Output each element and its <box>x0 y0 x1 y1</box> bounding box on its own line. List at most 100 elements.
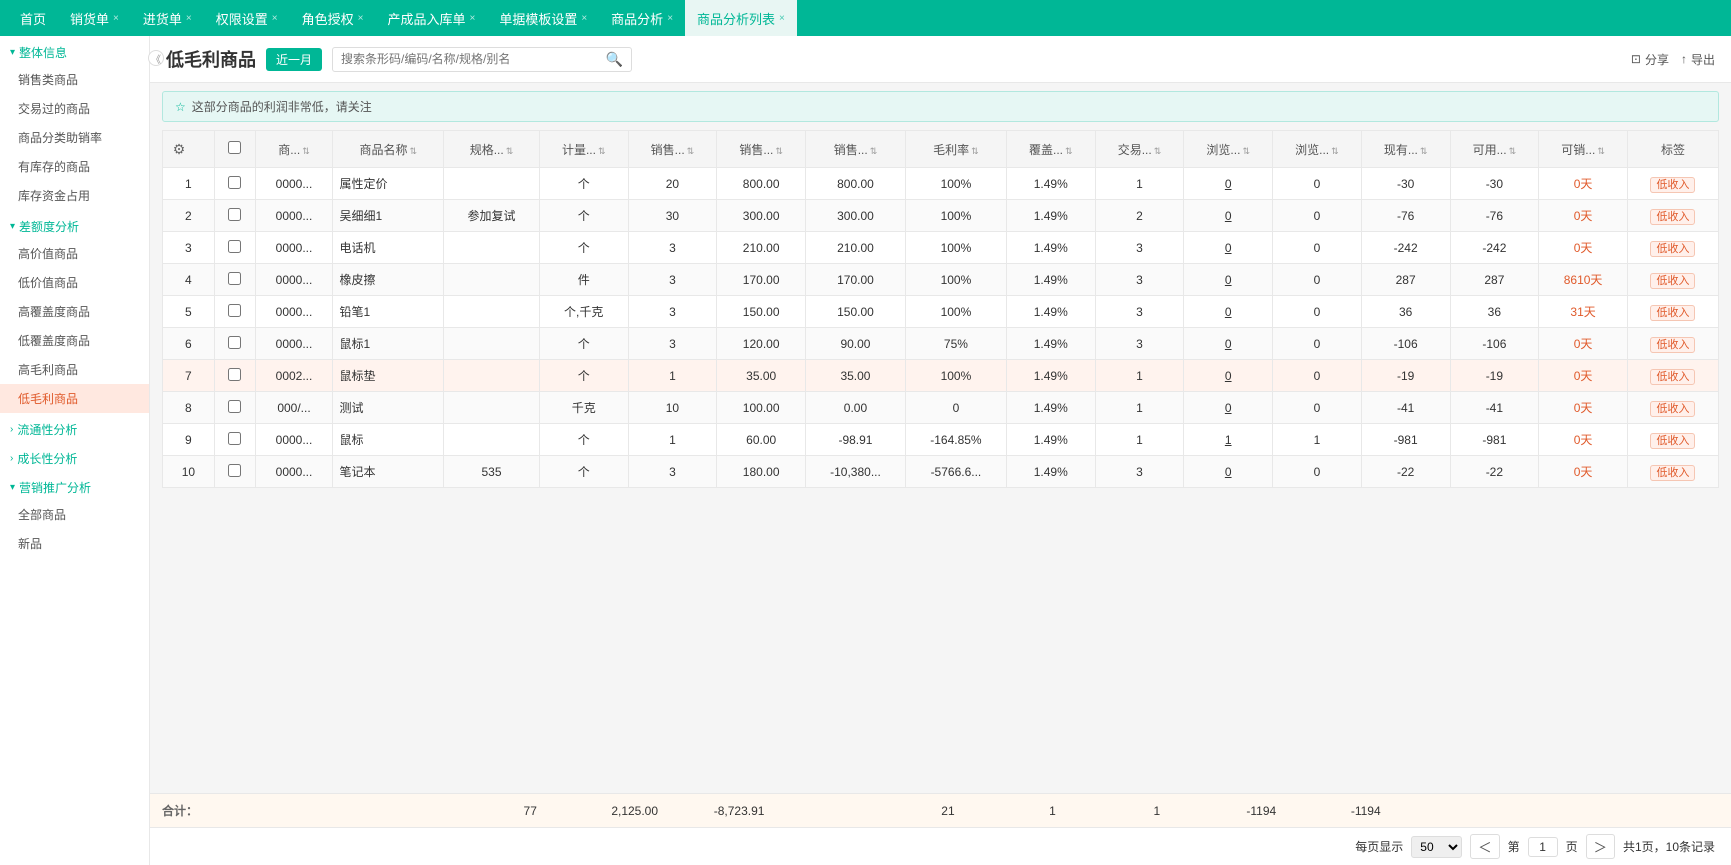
export-button[interactable]: ↑ 导出 <box>1681 51 1715 68</box>
sidebar-item-new-products[interactable]: 新品 <box>0 529 149 558</box>
sidebar-item-traded-products[interactable]: 交易过的商品 <box>0 94 149 123</box>
column-code[interactable]: 商...⇅ <box>255 131 333 168</box>
sidebar-item-stock-capital[interactable]: 库存资金占用 <box>0 181 149 210</box>
close-icon[interactable]: × <box>272 13 278 24</box>
sidebar-group-overall[interactable]: ▾ 整体信息 <box>0 36 149 65</box>
row-select-checkbox[interactable] <box>228 464 241 477</box>
nav-template-settings[interactable]: 单据模板设置 × <box>487 0 599 36</box>
sidebar-item-sales-products[interactable]: 销售类商品 <box>0 65 149 94</box>
sidebar-item-high-coverage[interactable]: 高覆盖度商品 <box>0 297 149 326</box>
sidebar-item-high-profit[interactable]: 高毛利商品 <box>0 355 149 384</box>
row-checkbox[interactable] <box>214 456 255 488</box>
search-input[interactable] <box>341 52 606 66</box>
row-views1[interactable]: 0 <box>1184 392 1273 424</box>
row-select-checkbox[interactable] <box>228 208 241 221</box>
row-views1[interactable]: 0 <box>1184 200 1273 232</box>
row-name[interactable]: 笔记本 <box>333 456 444 488</box>
filter-recent-month-button[interactable]: 近一月 <box>266 48 322 71</box>
row-name[interactable]: 鼠标垫 <box>333 360 444 392</box>
close-icon[interactable]: × <box>469 13 475 24</box>
row-views1[interactable]: 0 <box>1184 296 1273 328</box>
row-select-checkbox[interactable] <box>228 272 241 285</box>
row-name[interactable]: 鼠标 <box>333 424 444 456</box>
column-spec[interactable]: 规格...⇅ <box>444 131 540 168</box>
sidebar-group-margin[interactable]: ▾ 差额度分析 <box>0 210 149 239</box>
row-views1[interactable]: 1 <box>1184 424 1273 456</box>
row-select-checkbox[interactable] <box>228 336 241 349</box>
row-select-checkbox[interactable] <box>228 368 241 381</box>
row-views1[interactable]: 0 <box>1184 232 1273 264</box>
row-name[interactable]: 吴细细1 <box>333 200 444 232</box>
column-sales-amount[interactable]: 销售...⇅ <box>717 131 806 168</box>
nav-product-warehouse[interactable]: 产成品入库单 × <box>375 0 487 36</box>
sidebar-item-all-products[interactable]: 全部商品 <box>0 500 149 529</box>
nav-product-analysis[interactable]: 商品分析 × <box>599 0 685 36</box>
next-page-button[interactable]: ＞ <box>1586 834 1615 859</box>
nav-product-analysis-list[interactable]: 商品分析列表 × <box>685 0 797 36</box>
nav-sales-order[interactable]: 销货单 × <box>58 0 131 36</box>
column-unit[interactable]: 计量...⇅ <box>539 131 628 168</box>
gear-icon[interactable]: ⚙ <box>169 139 189 159</box>
nav-purchase-order[interactable]: 进货单 × <box>131 0 204 36</box>
row-select-checkbox[interactable] <box>228 240 241 253</box>
row-checkbox[interactable] <box>214 200 255 232</box>
close-icon[interactable]: × <box>113 13 119 24</box>
sidebar-group-marketing[interactable]: ▾ 营销推广分析 <box>0 471 149 500</box>
row-checkbox[interactable] <box>214 392 255 424</box>
column-sellable[interactable]: 可销...⇅ <box>1539 131 1628 168</box>
column-settings[interactable]: ⚙ <box>163 131 215 168</box>
row-views1[interactable]: 0 <box>1184 328 1273 360</box>
row-name[interactable]: 铅笔1 <box>333 296 444 328</box>
column-current[interactable]: 现有...⇅ <box>1361 131 1450 168</box>
column-sales-profit[interactable]: 销售...⇅ <box>806 131 906 168</box>
nav-home[interactable]: 首页 <box>8 0 58 36</box>
sidebar-item-category-assist[interactable]: 商品分类助销率 <box>0 123 149 152</box>
row-select-checkbox[interactable] <box>228 432 241 445</box>
column-gross-margin[interactable]: 毛利率⇅ <box>905 131 1006 168</box>
column-views1[interactable]: 浏览...⇅ <box>1184 131 1273 168</box>
column-name[interactable]: 商品名称⇅ <box>333 131 444 168</box>
sidebar-group-growth[interactable]: › 成长性分析 <box>0 442 149 471</box>
row-name[interactable]: 测试 <box>333 392 444 424</box>
row-select-checkbox[interactable] <box>228 400 241 413</box>
column-coverage[interactable]: 覆盖...⇅ <box>1006 131 1095 168</box>
row-name[interactable]: 属性定价 <box>333 168 444 200</box>
column-views2[interactable]: 浏览...⇅ <box>1273 131 1362 168</box>
row-checkbox[interactable] <box>214 296 255 328</box>
sidebar-item-low-profit[interactable]: 低毛利商品 <box>0 384 149 413</box>
sidebar-item-low-coverage[interactable]: 低覆盖度商品 <box>0 326 149 355</box>
nav-role-auth[interactable]: 角色授权 × <box>290 0 376 36</box>
sidebar-group-circulation[interactable]: › 流通性分析 <box>0 413 149 442</box>
row-name[interactable]: 橡皮擦 <box>333 264 444 296</box>
share-button[interactable]: ⊡ 分享 <box>1631 51 1669 68</box>
search-icon[interactable]: 🔍 <box>606 51 623 68</box>
row-views1[interactable]: 0 <box>1184 168 1273 200</box>
close-icon[interactable]: × <box>186 13 192 24</box>
row-checkbox[interactable] <box>214 360 255 392</box>
sidebar-item-stock-products[interactable]: 有库存的商品 <box>0 152 149 181</box>
sidebar-item-high-value[interactable]: 高价值商品 <box>0 239 149 268</box>
close-icon[interactable]: × <box>581 13 587 24</box>
close-icon[interactable]: × <box>667 13 673 24</box>
row-views1[interactable]: 0 <box>1184 456 1273 488</box>
sidebar-item-low-value[interactable]: 低价值商品 <box>0 268 149 297</box>
close-icon[interactable]: × <box>358 13 364 24</box>
column-available[interactable]: 可用...⇅ <box>1450 131 1539 168</box>
nav-permission-settings[interactable]: 权限设置 × <box>204 0 290 36</box>
per-page-select[interactable]: 50 20 100 <box>1411 836 1462 858</box>
row-views1[interactable]: 0 <box>1184 264 1273 296</box>
row-checkbox[interactable] <box>214 424 255 456</box>
row-name[interactable]: 电话机 <box>333 232 444 264</box>
row-views1[interactable]: 0 <box>1184 360 1273 392</box>
prev-page-button[interactable]: ＜ <box>1470 834 1499 859</box>
row-name[interactable]: 鼠标1 <box>333 328 444 360</box>
column-sales-count[interactable]: 销售...⇅ <box>628 131 717 168</box>
row-checkbox[interactable] <box>214 328 255 360</box>
column-trade[interactable]: 交易...⇅ <box>1095 131 1184 168</box>
select-all-checkbox[interactable] <box>228 141 241 154</box>
row-select-checkbox[interactable] <box>228 176 241 189</box>
row-checkbox[interactable] <box>214 168 255 200</box>
sidebar-collapse-button[interactable]: 《 <box>148 50 164 66</box>
row-checkbox[interactable] <box>214 232 255 264</box>
row-checkbox[interactable] <box>214 264 255 296</box>
